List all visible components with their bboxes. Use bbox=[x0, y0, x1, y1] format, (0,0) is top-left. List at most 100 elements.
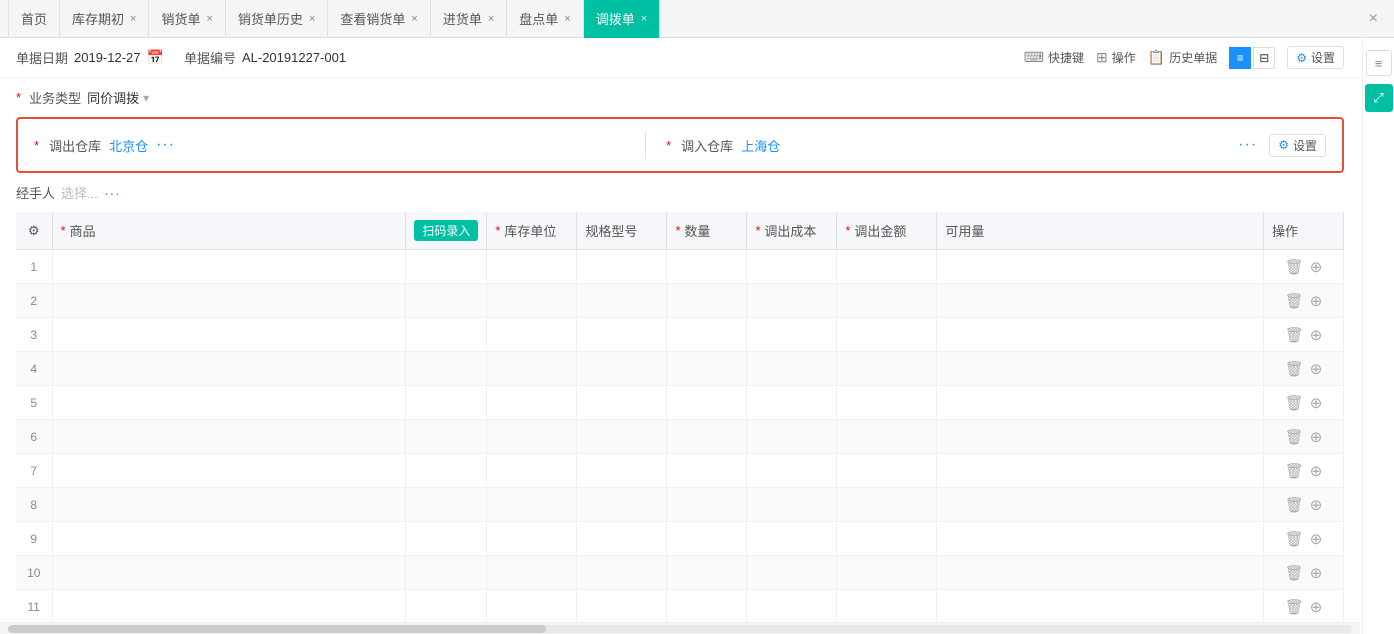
row-cost[interactable] bbox=[747, 420, 837, 454]
copy-icon[interactable]: ⊕ bbox=[1310, 428, 1323, 446]
copy-icon[interactable]: ⊕ bbox=[1310, 258, 1323, 276]
row-product[interactable] bbox=[52, 420, 406, 454]
row-amount[interactable] bbox=[837, 250, 937, 284]
copy-icon[interactable]: ⊕ bbox=[1310, 360, 1323, 378]
row-unit[interactable] bbox=[487, 386, 577, 420]
row-amount[interactable] bbox=[837, 590, 937, 623]
tab-inventory-check[interactable]: 盘点单 × bbox=[507, 0, 583, 38]
date-value[interactable]: 2019-12-27 bbox=[74, 50, 141, 65]
row-spec[interactable] bbox=[577, 352, 667, 386]
row-product[interactable] bbox=[52, 318, 406, 352]
copy-icon[interactable]: ⊕ bbox=[1310, 530, 1323, 548]
layout-list-btn[interactable]: ≡ bbox=[1229, 47, 1251, 69]
row-amount[interactable] bbox=[837, 318, 937, 352]
row-unit[interactable] bbox=[487, 420, 577, 454]
row-unit[interactable] bbox=[487, 454, 577, 488]
row-qty[interactable] bbox=[667, 488, 747, 522]
delete-icon[interactable]: 🗑 bbox=[1285, 462, 1304, 480]
row-spec[interactable] bbox=[577, 420, 667, 454]
row-cost[interactable] bbox=[747, 454, 837, 488]
row-spec[interactable] bbox=[577, 522, 667, 556]
tab-view-sales[interactable]: 查看销货单 × bbox=[328, 0, 430, 38]
row-spec[interactable] bbox=[577, 250, 667, 284]
row-qty[interactable] bbox=[667, 556, 747, 590]
right-panel-expand-btn[interactable]: ⤢ bbox=[1365, 84, 1393, 112]
delete-icon[interactable]: 🗑 bbox=[1285, 292, 1304, 310]
business-type-select[interactable]: 同价调拨 ▾ bbox=[87, 88, 207, 107]
warehouse-settings-button[interactable]: ⚙ 设置 bbox=[1269, 134, 1326, 157]
row-qty[interactable] bbox=[667, 420, 747, 454]
th-gear[interactable]: ⚙ bbox=[16, 212, 52, 250]
delete-icon[interactable]: 🗑 bbox=[1285, 598, 1304, 616]
row-unit[interactable] bbox=[487, 318, 577, 352]
row-spec[interactable] bbox=[577, 454, 667, 488]
tab-sales-history[interactable]: 销货单历史 × bbox=[226, 0, 328, 38]
tab-purchase-order[interactable]: 进货单 × bbox=[431, 0, 507, 38]
delete-icon[interactable]: 🗑 bbox=[1285, 428, 1304, 446]
row-amount[interactable] bbox=[837, 488, 937, 522]
tab-inventory-check-close[interactable]: × bbox=[564, 13, 570, 25]
tab-transfer-order[interactable]: 调拨单 × bbox=[584, 0, 660, 38]
copy-icon[interactable]: ⊕ bbox=[1310, 496, 1323, 514]
handler-select[interactable]: 选择... bbox=[61, 183, 98, 202]
row-unit[interactable] bbox=[487, 556, 577, 590]
row-spec[interactable] bbox=[577, 318, 667, 352]
tab-sales-order[interactable]: 销货单 × bbox=[149, 0, 225, 38]
row-cost[interactable] bbox=[747, 250, 837, 284]
row-unit[interactable] bbox=[487, 250, 577, 284]
row-cost[interactable] bbox=[747, 352, 837, 386]
row-qty[interactable] bbox=[667, 318, 747, 352]
row-spec[interactable] bbox=[577, 590, 667, 623]
row-qty[interactable] bbox=[667, 352, 747, 386]
row-spec[interactable] bbox=[577, 488, 667, 522]
tab-home[interactable]: 首页 bbox=[8, 0, 60, 38]
row-unit[interactable] bbox=[487, 522, 577, 556]
row-amount[interactable] bbox=[837, 556, 937, 590]
row-product[interactable] bbox=[52, 454, 406, 488]
row-unit[interactable] bbox=[487, 488, 577, 522]
scrollbar-thumb[interactable] bbox=[8, 625, 546, 633]
row-cost[interactable] bbox=[747, 318, 837, 352]
row-cost[interactable] bbox=[747, 488, 837, 522]
scrollbar-track[interactable] bbox=[8, 625, 1352, 633]
row-qty[interactable] bbox=[667, 386, 747, 420]
row-spec[interactable] bbox=[577, 386, 667, 420]
row-cost[interactable] bbox=[747, 284, 837, 318]
row-spec[interactable] bbox=[577, 556, 667, 590]
global-close-button[interactable]: × bbox=[1361, 10, 1386, 28]
delete-icon[interactable]: 🗑 bbox=[1285, 564, 1304, 582]
right-panel-list-btn[interactable]: ≡ bbox=[1366, 50, 1392, 76]
scrollbar-area[interactable] bbox=[0, 622, 1360, 634]
delete-icon[interactable]: 🗑 bbox=[1285, 394, 1304, 412]
row-product[interactable] bbox=[52, 488, 406, 522]
delete-icon[interactable]: 🗑 bbox=[1285, 326, 1304, 344]
row-unit[interactable] bbox=[487, 590, 577, 623]
copy-icon[interactable]: ⊕ bbox=[1310, 326, 1323, 344]
tab-transfer-order-close[interactable]: × bbox=[641, 13, 647, 25]
row-unit[interactable] bbox=[487, 352, 577, 386]
row-cost[interactable] bbox=[747, 386, 837, 420]
row-product[interactable] bbox=[52, 352, 406, 386]
tab-sales-history-close[interactable]: × bbox=[309, 13, 315, 25]
row-spec[interactable] bbox=[577, 284, 667, 318]
copy-icon[interactable]: ⊕ bbox=[1310, 462, 1323, 480]
row-amount[interactable] bbox=[837, 284, 937, 318]
tab-view-sales-close[interactable]: × bbox=[411, 13, 417, 25]
copy-icon[interactable]: ⊕ bbox=[1310, 394, 1323, 412]
row-cost[interactable] bbox=[747, 522, 837, 556]
transfer-in-value[interactable]: 上海仓 bbox=[741, 136, 780, 155]
row-amount[interactable] bbox=[837, 352, 937, 386]
handler-more-btn[interactable]: ··· bbox=[104, 185, 121, 201]
row-product[interactable] bbox=[52, 522, 406, 556]
row-amount[interactable] bbox=[837, 386, 937, 420]
shortcut-action[interactable]: ⌨ 快捷键 bbox=[1024, 49, 1084, 66]
row-product[interactable] bbox=[52, 590, 406, 623]
copy-icon[interactable]: ⊕ bbox=[1310, 564, 1323, 582]
delete-icon[interactable]: 🗑 bbox=[1285, 530, 1304, 548]
row-cost[interactable] bbox=[747, 556, 837, 590]
tab-inventory-init-close[interactable]: × bbox=[130, 13, 136, 25]
row-product[interactable] bbox=[52, 250, 406, 284]
row-qty[interactable] bbox=[667, 590, 747, 623]
row-qty[interactable] bbox=[667, 454, 747, 488]
row-product[interactable] bbox=[52, 386, 406, 420]
